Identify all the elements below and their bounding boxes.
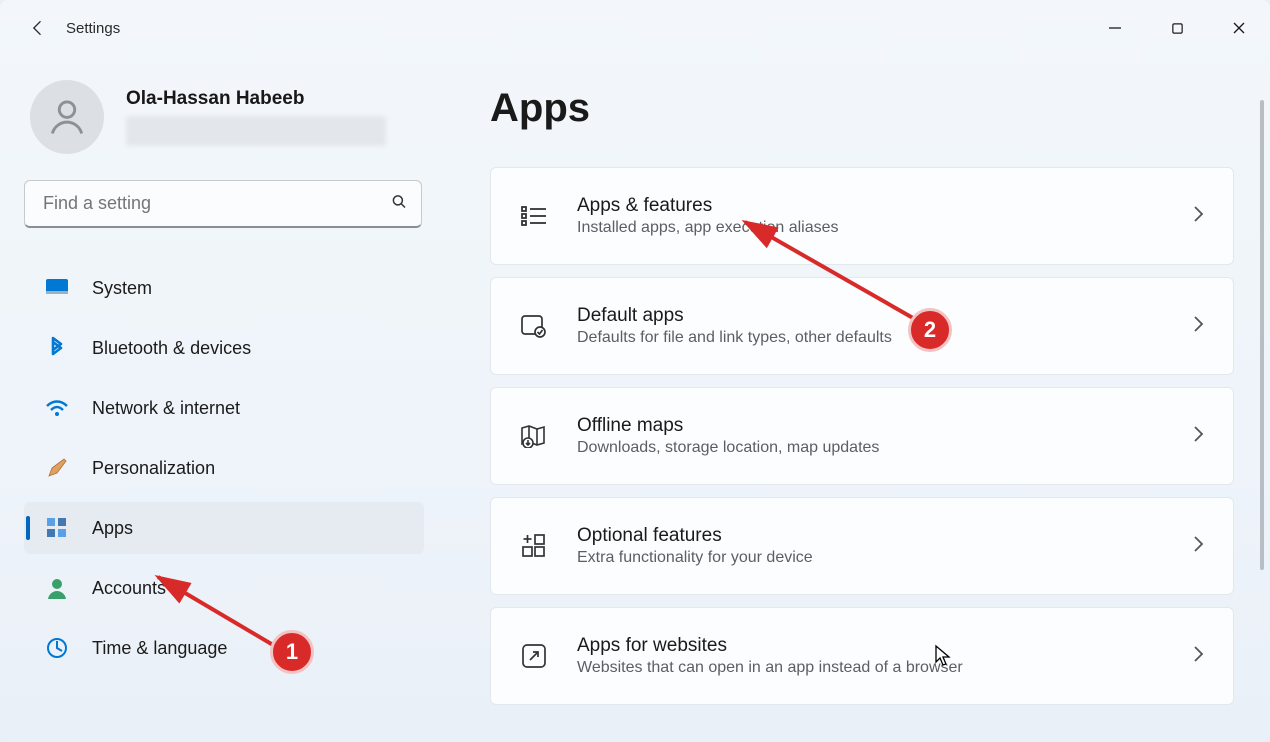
map-download-icon — [519, 421, 549, 451]
page-title: Apps — [490, 86, 1234, 131]
close-button[interactable] — [1208, 8, 1270, 48]
minimize-button[interactable] — [1084, 8, 1146, 48]
display-icon — [44, 275, 70, 301]
chevron-right-icon — [1191, 644, 1205, 669]
sidebar-item-system[interactable]: System — [24, 262, 424, 314]
window-controls — [1084, 4, 1270, 52]
list-icon — [519, 201, 549, 231]
sidebar-item-accounts[interactable]: Accounts — [24, 562, 424, 614]
card-default-apps[interactable]: Default apps Defaults for file and link … — [490, 277, 1234, 375]
annotation-badge-2: 2 — [908, 308, 952, 352]
sidebar-item-label: Bluetooth & devices — [92, 338, 251, 359]
avatar — [30, 80, 104, 154]
search-input[interactable] — [24, 180, 422, 228]
sidebar: Ola-Hassan Habeeb System Bluetooth & — [24, 80, 434, 682]
default-apps-icon — [519, 311, 549, 341]
card-subtitle: Downloads, storage location, map updates — [577, 439, 1191, 457]
card-subtitle: Defaults for file and link types, other … — [577, 329, 1191, 347]
accounts-icon — [44, 575, 70, 601]
profile-block[interactable]: Ola-Hassan Habeeb — [24, 80, 434, 154]
sidebar-item-label: Time & language — [92, 638, 227, 659]
annotation-badge-1: 1 — [270, 630, 314, 674]
search-icon — [390, 193, 408, 216]
sidebar-item-label: Accounts — [92, 578, 166, 599]
card-offline-maps[interactable]: Offline maps Downloads, storage location… — [490, 387, 1234, 485]
back-button[interactable] — [22, 12, 54, 44]
sidebar-item-personalization[interactable]: Personalization — [24, 442, 424, 494]
profile-name: Ola-Hassan Habeeb — [126, 88, 386, 110]
card-apps-features[interactable]: Apps & features Installed apps, app exec… — [490, 167, 1234, 265]
card-title: Optional features — [577, 525, 1191, 547]
card-apps-for-websites[interactable]: Apps for websites Websites that can open… — [490, 607, 1234, 705]
sidebar-item-network[interactable]: Network & internet — [24, 382, 424, 434]
sidebar-item-label: Personalization — [92, 458, 215, 479]
settings-window: Settings Ola-Hassan Habeeb — [0, 0, 1270, 742]
card-optional-features[interactable]: Optional features Extra functionality fo… — [490, 497, 1234, 595]
sidebar-item-apps[interactable]: Apps — [24, 502, 424, 554]
mouse-cursor-icon — [934, 644, 954, 673]
chevron-right-icon — [1191, 424, 1205, 449]
wifi-icon — [44, 395, 70, 421]
grid-plus-icon — [519, 531, 549, 561]
bluetooth-icon — [44, 335, 70, 361]
profile-email-redacted — [126, 116, 386, 146]
nav-list: System Bluetooth & devices Network & int… — [24, 262, 434, 674]
scrollbar[interactable] — [1260, 100, 1264, 570]
chevron-right-icon — [1191, 534, 1205, 559]
main-content: Apps Apps & features Installed apps, app… — [490, 86, 1234, 717]
titlebar: Settings — [0, 0, 1270, 56]
sidebar-item-time-language[interactable]: Time & language — [24, 622, 424, 674]
chevron-right-icon — [1191, 314, 1205, 339]
sidebar-item-label: System — [92, 278, 152, 299]
card-title: Default apps — [577, 305, 1191, 327]
search-wrap — [24, 180, 422, 228]
app-link-icon — [519, 641, 549, 671]
card-subtitle: Installed apps, app execution aliases — [577, 219, 1191, 237]
card-title: Apps & features — [577, 195, 1191, 217]
sidebar-item-label: Apps — [92, 518, 133, 539]
apps-icon — [44, 515, 70, 541]
card-title: Apps for websites — [577, 635, 1191, 657]
chevron-right-icon — [1191, 204, 1205, 229]
clock-globe-icon — [44, 635, 70, 661]
card-subtitle: Extra functionality for your device — [577, 549, 1191, 567]
app-title: Settings — [66, 20, 120, 37]
card-subtitle: Websites that can open in an app instead… — [577, 659, 1191, 677]
maximize-button[interactable] — [1146, 8, 1208, 48]
sidebar-item-label: Network & internet — [92, 398, 240, 419]
card-title: Offline maps — [577, 415, 1191, 437]
sidebar-item-bluetooth[interactable]: Bluetooth & devices — [24, 322, 424, 374]
paintbrush-icon — [44, 455, 70, 481]
